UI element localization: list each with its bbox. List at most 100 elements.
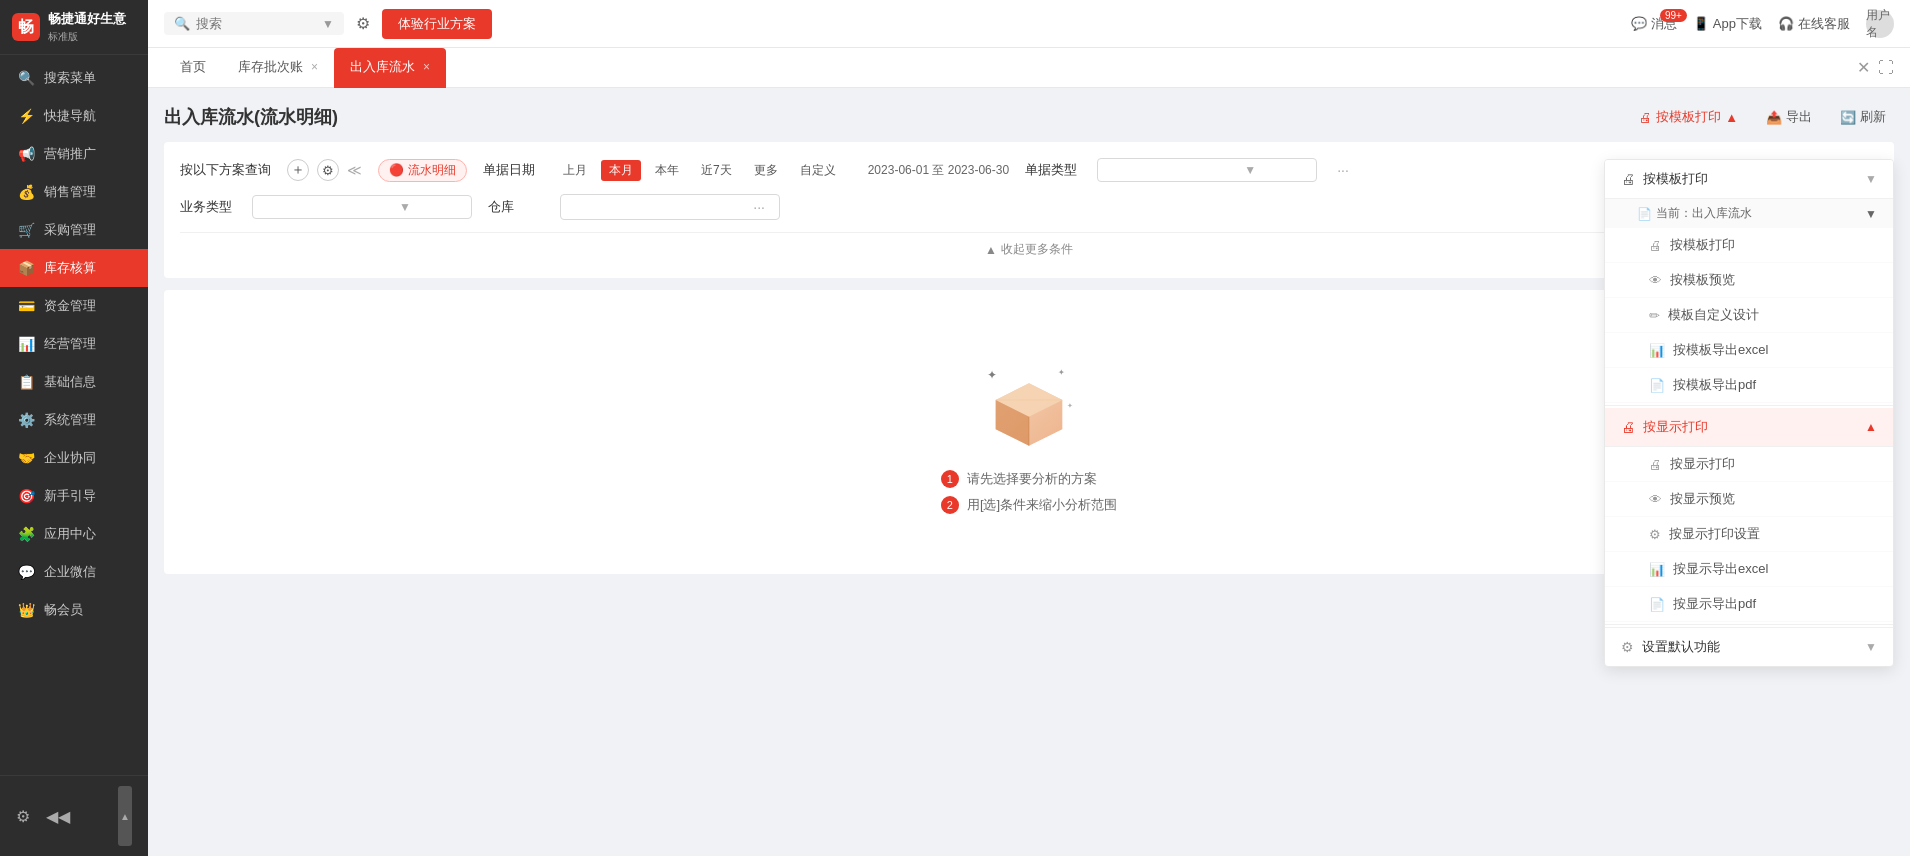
search-input[interactable] [196, 16, 316, 31]
tab-home[interactable]: 首页 [164, 48, 222, 88]
bill-type-field[interactable]: ▼ [1097, 158, 1317, 182]
tab-flow-label: 出入库流水 [350, 58, 415, 76]
header-right: 💬 消息 99+ 📱 App下载 🎧 在线客服 用户名 [1631, 10, 1894, 38]
display-section-arrow[interactable]: ▲ [1865, 420, 1877, 434]
tab-batch-accounts-close[interactable]: × [311, 60, 318, 74]
template-print-item[interactable]: 🖨 按模板打印 [1605, 228, 1893, 263]
sidebar-item-wechat-label: 企业微信 [44, 563, 96, 581]
header-search-dropdown-icon[interactable]: ▼ [322, 17, 334, 31]
template-section-label: 按模板打印 [1643, 170, 1708, 188]
header-search-box[interactable]: 🔍 ▼ [164, 12, 344, 35]
warehouse-more-icon[interactable]: ··· [753, 199, 765, 215]
notification-item[interactable]: 💬 消息 99+ [1631, 15, 1677, 33]
app-center-icon: 🧩 [16, 526, 36, 542]
sidebar-item-wechat[interactable]: 💬 企业微信 [0, 553, 148, 591]
date-tab-current-year[interactable]: 本年 [647, 160, 687, 181]
bill-type-dropdown-icon: ▼ [1244, 163, 1306, 177]
date-tab-more[interactable]: 更多 [746, 160, 786, 181]
filter-collapse-icon[interactable]: ≪ [347, 162, 362, 178]
customer-service-label: 在线客服 [1798, 15, 1850, 33]
print-icon: 🖨 [1639, 110, 1652, 125]
default-settings-arrow[interactable]: ▼ [1865, 640, 1877, 654]
template-export-pdf-label: 按模板导出pdf [1673, 376, 1756, 394]
date-tab-last-month[interactable]: 上月 [555, 160, 595, 181]
sidebar-item-inventory[interactable]: 📦 库存核算 [0, 249, 148, 287]
sidebar-item-sales[interactable]: 💰 销售管理 [0, 173, 148, 211]
collapse-label: 收起更多条件 [1001, 241, 1073, 258]
collapse-sidebar-icon[interactable]: ◀◀ [46, 807, 70, 826]
tab-home-label: 首页 [180, 58, 206, 76]
display-pdf-icon: 📄 [1649, 597, 1665, 612]
empty-steps: 1 请先选择要分析的方案 2 用[选]条件来缩小分析范围 [941, 470, 1117, 514]
sidebar-item-purchase[interactable]: 🛒 采购管理 [0, 211, 148, 249]
search-nav-icon: 🔍 [16, 70, 36, 86]
app-download-item[interactable]: 📱 App下载 [1693, 15, 1762, 33]
date-tab-current-month[interactable]: 本月 [601, 160, 641, 181]
display-export-excel-item[interactable]: 📊 按显示导出excel [1605, 552, 1893, 587]
sidebar-item-member[interactable]: 👑 畅会员 [0, 591, 148, 629]
user-avatar-text: 用户名 [1866, 7, 1894, 41]
template-custom-item[interactable]: ✏ 模板自定义设计 [1605, 298, 1893, 333]
template-export-excel-item[interactable]: 📊 按模板导出excel [1605, 333, 1893, 368]
default-settings-item[interactable]: ⚙ 设置默认功能 [1621, 638, 1720, 656]
guide-icon: 🎯 [16, 488, 36, 504]
settings-bottom-icon[interactable]: ⚙ [16, 807, 30, 826]
operations-icon: 📊 [16, 336, 36, 352]
template-export-excel-label: 按模板导出excel [1673, 341, 1768, 359]
sidebar-item-system[interactable]: ⚙️ 系统管理 [0, 401, 148, 439]
sidebar-item-quick-nav[interactable]: ⚡ 快捷导航 [0, 97, 148, 135]
export-button[interactable]: 📤 导出 [1758, 104, 1820, 130]
template-preview-item[interactable]: 👁 按模板预览 [1605, 263, 1893, 298]
tab-flow-close[interactable]: × [423, 60, 430, 74]
sidebar-item-finance[interactable]: 💳 资金管理 [0, 287, 148, 325]
template-section-header[interactable]: 🖨 按模板打印 ▼ [1605, 160, 1893, 199]
sidebar-item-app-center[interactable]: 🧩 应用中心 [0, 515, 148, 553]
step-2-text: 用[选]条件来缩小分析范围 [967, 496, 1117, 514]
display-print-item[interactable]: 🖨 按显示打印 [1605, 447, 1893, 482]
bill-type-label: 单据类型 [1025, 161, 1081, 179]
template-export-pdf-item[interactable]: 📄 按模板导出pdf [1605, 368, 1893, 403]
filter-add-button[interactable]: ＋ [287, 159, 309, 181]
header-gear-icon[interactable]: ⚙ [356, 14, 370, 33]
logo-name: 畅捷通好生意 [48, 10, 126, 28]
business-type-field[interactable]: ▼ [252, 195, 472, 219]
tab-flow[interactable]: 出入库流水 × [334, 48, 446, 88]
sidebar-item-guide[interactable]: 🎯 新手引导 [0, 477, 148, 515]
current-arrow[interactable]: ▼ [1865, 207, 1877, 221]
filter-chip-flow[interactable]: 🔴 流水明细 [378, 159, 467, 182]
printer-header-icon: 🖨 [1621, 171, 1635, 187]
template-section-arrow[interactable]: ▼ [1865, 172, 1877, 186]
user-avatar[interactable]: 用户名 [1866, 10, 1894, 38]
bill-type-more[interactable]: ··· [1337, 162, 1349, 178]
print-dropdown: 🖨 按模板打印 ▼ 📄 当前：出入库流水 ▼ 🖨 按模板打印 [1604, 159, 1894, 667]
display-export-pdf-item[interactable]: 📄 按显示导出pdf [1605, 587, 1893, 622]
sidebar-scroll-handle[interactable]: ▲ [118, 786, 132, 846]
tab-batch-accounts[interactable]: 库存批次账 × [222, 48, 334, 88]
date-tab-custom[interactable]: 自定义 [792, 160, 844, 181]
app-download-label: App下载 [1713, 15, 1762, 33]
sidebar-item-base-info[interactable]: 📋 基础信息 [0, 363, 148, 401]
logo-icon: 畅 [12, 13, 40, 41]
display-print-settings-item[interactable]: ⚙ 按显示打印设置 [1605, 517, 1893, 552]
refresh-label: 刷新 [1860, 108, 1886, 126]
date-tab-last-7-days[interactable]: 近7天 [693, 160, 740, 181]
sidebar-item-operations[interactable]: 📊 经营管理 [0, 325, 148, 363]
customer-service-item[interactable]: 🎧 在线客服 [1778, 15, 1850, 33]
filter-settings-button[interactable]: ⚙ [317, 159, 339, 181]
display-section-header[interactable]: 🖨 按显示打印 ▲ [1605, 408, 1893, 447]
empty-step-1: 1 请先选择要分析的方案 [941, 470, 1117, 488]
window-maximize-icon[interactable]: ⛶ [1878, 59, 1894, 77]
print-template-button[interactable]: 🖨 按模板打印 ▲ [1631, 104, 1746, 130]
window-close-icon[interactable]: ✕ [1857, 58, 1870, 77]
sidebar-item-enterprise[interactable]: 🤝 企业协同 [0, 439, 148, 477]
sidebar-item-marketing[interactable]: 📢 营销推广 [0, 135, 148, 173]
date-range-text: 2023-06-01 至 2023-06-30 [868, 162, 1009, 179]
quick-nav-icon: ⚡ [16, 108, 36, 124]
sidebar-item-app-center-label: 应用中心 [44, 525, 96, 543]
sidebar-item-search[interactable]: 🔍 搜索菜单 [0, 59, 148, 97]
display-preview-item[interactable]: 👁 按显示预览 [1605, 482, 1893, 517]
warehouse-field[interactable]: ··· [560, 194, 780, 220]
refresh-button[interactable]: 🔄 刷新 [1832, 104, 1894, 130]
sidebar-item-purchase-label: 采购管理 [44, 221, 96, 239]
trial-button[interactable]: 体验行业方案 [382, 9, 492, 39]
